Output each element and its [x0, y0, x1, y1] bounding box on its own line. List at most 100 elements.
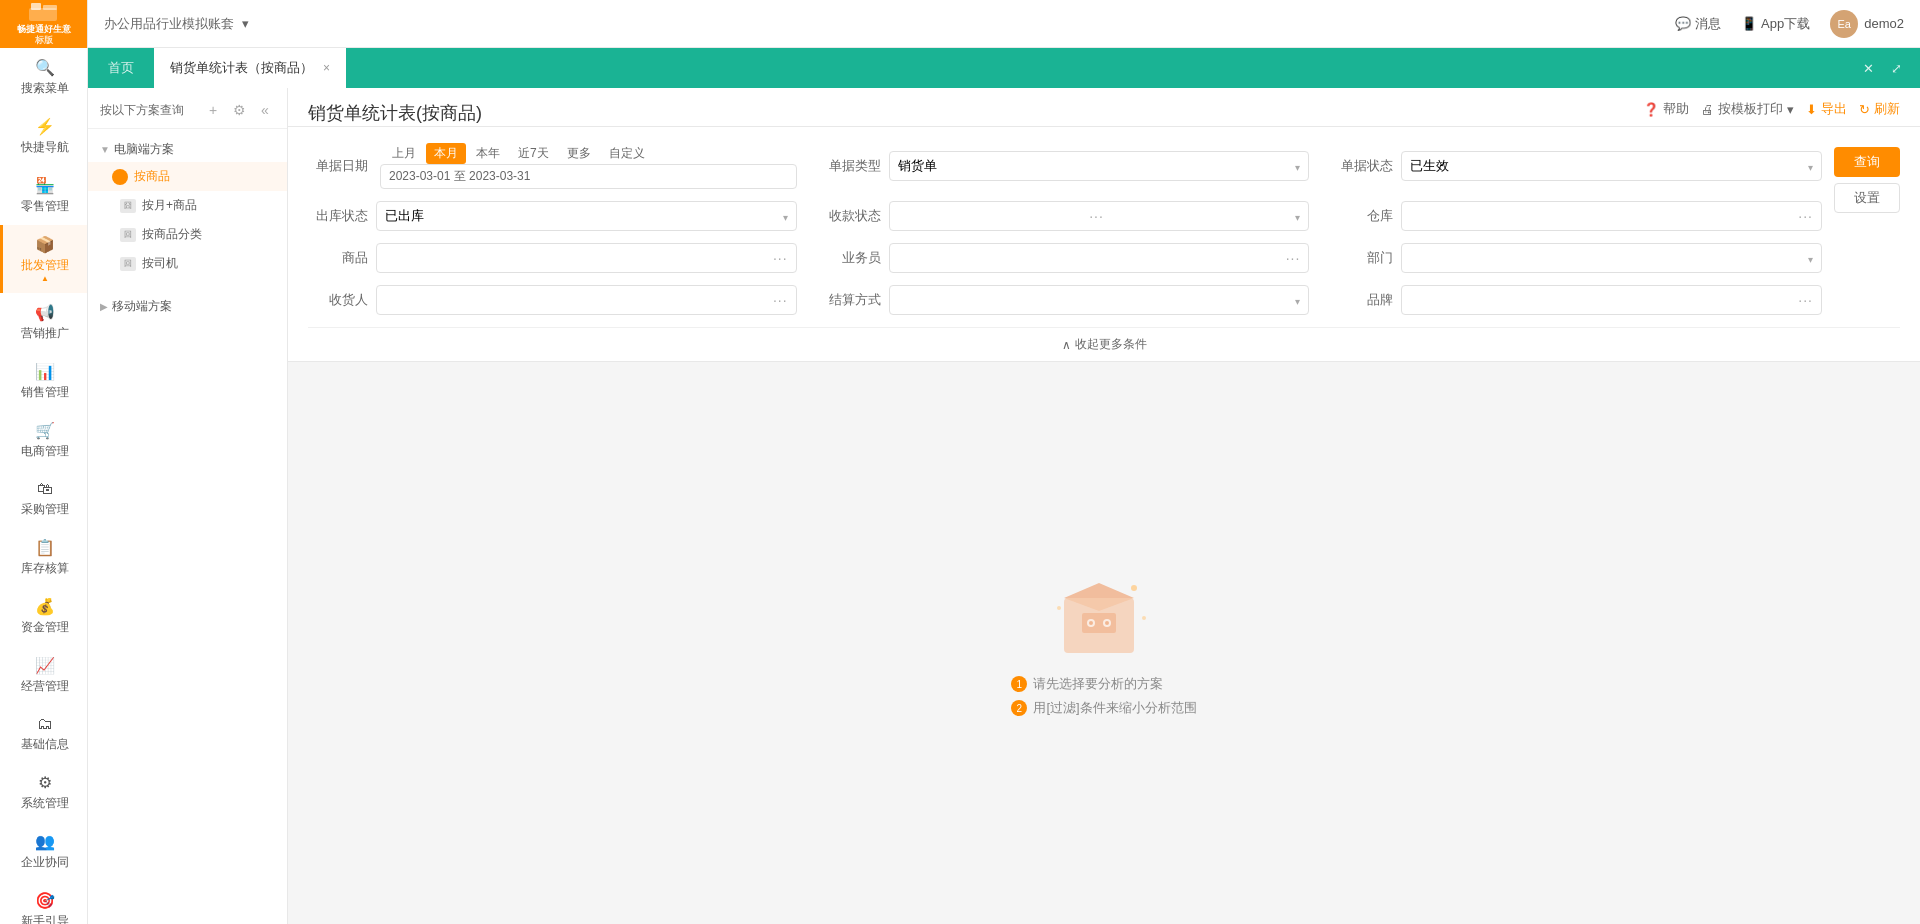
sidebar-item-guide[interactable]: 🎯 新手引导: [0, 881, 87, 924]
app-download-btn[interactable]: 📱 App下载: [1741, 15, 1810, 33]
doc-status-chevron: [1808, 159, 1813, 174]
receiver-label: 收货人: [308, 291, 368, 309]
sidebar-item-retail[interactable]: 🏪 零售管理: [0, 166, 87, 225]
doc-status-select[interactable]: 已生效: [1401, 151, 1822, 181]
receiver-field: 收货人: [308, 285, 797, 315]
filter-collapse-btn[interactable]: ∧ 收起更多条件: [308, 327, 1900, 361]
svg-point-7: [1131, 585, 1137, 591]
date-prev-btn[interactable]: 上月: [384, 143, 424, 164]
date-range-display[interactable]: 2023-03-01 至 2023-03-31: [380, 164, 797, 189]
refresh-icon: ↻: [1859, 102, 1870, 117]
scheme-item-by-month-goods[interactable]: 囧 按月+商品: [88, 191, 287, 220]
warehouse-select[interactable]: [1401, 201, 1822, 231]
empty-box-svg: [1044, 563, 1164, 663]
sidebar-item-search[interactable]: 🔍 搜索菜单: [0, 48, 87, 107]
scheme-item-label: 按月+商品: [142, 197, 197, 214]
sidebar-item-label: 采购管理: [21, 501, 69, 518]
desktop-scheme-header[interactable]: ▼ 电脑端方案: [88, 137, 287, 162]
svg-marker-4: [1064, 583, 1134, 598]
app-name: 畅捷通好生意 标版: [17, 24, 71, 46]
sidebar-item-inventory[interactable]: 📋 库存核算: [0, 528, 87, 587]
out-status-select[interactable]: 已出库: [376, 201, 797, 231]
top-header: 办公用品行业模拟账套 ▾ 💬 消息 📱 App下载 Ea demo2: [88, 0, 1920, 48]
sidebar-item-label: 资金管理: [21, 619, 69, 636]
date-control: 上月 本月 本年 近7天 更多 自定义 2023-03-01 至 2023-03…: [376, 143, 797, 189]
query-button[interactable]: 查询: [1834, 147, 1900, 177]
tab-close-icon[interactable]: ×: [323, 61, 330, 75]
home-tab-label: 首页: [108, 59, 134, 77]
sidebar-item-ecommerce[interactable]: 🛒 电商管理: [0, 411, 87, 470]
payment-status-select[interactable]: [889, 201, 1310, 231]
help-btn[interactable]: ❓ 帮助: [1643, 100, 1689, 118]
doc-type-control: 销货单: [889, 151, 1310, 181]
filter-panel: 按以下方案查询 + ⚙ « ▼ 电脑端方案 按商品 囧 按月+: [88, 88, 288, 924]
date-custom-btn[interactable]: 自定义: [601, 143, 653, 164]
sidebar-item-collab[interactable]: 👥 企业协同: [0, 822, 87, 881]
salesperson-select[interactable]: [889, 243, 1310, 273]
sidebar-item-basic-info[interactable]: 🗂 基础信息: [0, 705, 87, 763]
tab-active[interactable]: 销货单统计表（按商品） ×: [154, 48, 346, 88]
scheme-item-by-driver[interactable]: 回 按司机: [88, 249, 287, 278]
goods-select[interactable]: [376, 243, 797, 273]
settlement-chevron: [1295, 293, 1300, 308]
sidebar-item-marketing[interactable]: 📢 营销推广: [0, 293, 87, 352]
scheme-item-label: 按商品分类: [142, 226, 202, 243]
sidebar-item-system[interactable]: ⚙ 系统管理: [0, 763, 87, 822]
settlement-select[interactable]: [889, 285, 1310, 315]
date-week-btn[interactable]: 近7天: [510, 143, 557, 164]
out-status-label: 出库状态: [308, 207, 368, 225]
svg-point-9: [1142, 616, 1146, 620]
message-btn[interactable]: 💬 消息: [1675, 15, 1721, 33]
tab-home[interactable]: 首页: [88, 48, 154, 88]
payment-chevron: [1295, 209, 1300, 224]
filter-panel-header: 按以下方案查询 + ⚙ «: [88, 88, 287, 129]
setting-button[interactable]: 设置: [1834, 183, 1900, 213]
tab-close-window-btn[interactable]: ✕: [1856, 56, 1880, 80]
settlement-field: 结算方式: [821, 285, 1310, 315]
page-header-actions: ❓ 帮助 🖨 按模板打印 ▾ ⬇ 导出 ↻ 刷新: [1643, 100, 1900, 126]
scheme-item-by-goods[interactable]: 按商品: [88, 162, 287, 191]
sidebar-item-wholesale[interactable]: 📦 批发管理 ▲: [0, 225, 87, 293]
scheme-settings-btn[interactable]: ⚙: [229, 100, 249, 120]
sidebar-item-finance[interactable]: 💰 资金管理: [0, 587, 87, 646]
sidebar-item-quick-nav[interactable]: ⚡ 快捷导航: [0, 107, 87, 166]
export-icon: ⬇: [1806, 102, 1817, 117]
department-field: 部门: [1333, 243, 1822, 273]
refresh-btn[interactable]: ↻ 刷新: [1859, 100, 1900, 118]
receiver-dots: [773, 292, 788, 308]
export-btn[interactable]: ⬇ 导出: [1806, 100, 1847, 118]
date-year-btn[interactable]: 本年: [468, 143, 508, 164]
tab-maximize-btn[interactable]: ⤢: [1884, 56, 1908, 80]
add-scheme-btn[interactable]: +: [203, 100, 223, 120]
date-field: 单据日期 上月 本月 本年 近7天 更多 自定义: [308, 143, 797, 189]
sidebar-item-sales[interactable]: 📊 销售管理: [0, 352, 87, 411]
empty-hints: 1 请先选择要分析的方案 2 用[过滤]条件来缩小分析范围: [1011, 675, 1196, 723]
sidebar: 畅捷通好生意 标版 🔍 搜索菜单 ⚡ 快捷导航 🏪 零售管理 📦 批发管理 ▲ …: [0, 0, 88, 924]
date-cur-btn[interactable]: 本月: [426, 143, 466, 164]
doc-type-label: 单据类型: [821, 157, 881, 175]
user-profile-btn[interactable]: Ea demo2: [1830, 10, 1904, 38]
content-body: 按以下方案查询 + ⚙ « ▼ 电脑端方案 按商品 囧 按月+: [88, 88, 1920, 924]
collapse-panel-btn[interactable]: «: [255, 100, 275, 120]
svg-point-12: [1089, 621, 1093, 625]
sidebar-item-purchase[interactable]: 🛍 采购管理: [0, 470, 87, 528]
doc-type-chevron: [1295, 159, 1300, 174]
sidebar-item-label: 快捷导航: [21, 139, 69, 156]
finance-icon: 💰: [35, 597, 55, 616]
hint-text-2: 用[过滤]条件来缩小分析范围: [1033, 699, 1196, 717]
doc-type-select[interactable]: 销货单: [889, 151, 1310, 181]
salesperson-label: 业务员: [821, 249, 881, 267]
scheme-item-by-category[interactable]: 回 按商品分类: [88, 220, 287, 249]
date-more-btn[interactable]: 更多: [559, 143, 599, 164]
workspace-selector[interactable]: 办公用品行业模拟账套 ▾: [104, 15, 249, 33]
brand-select[interactable]: [1401, 285, 1822, 315]
salesperson-dots: [1286, 250, 1301, 266]
mobile-scheme-header[interactable]: ▶ 移动端方案: [88, 294, 287, 319]
page-title: 销货单统计表(按商品): [308, 101, 482, 125]
sidebar-item-operations[interactable]: 📈 经营管理: [0, 646, 87, 705]
department-select[interactable]: [1401, 243, 1822, 273]
print-btn[interactable]: 🖨 按模板打印 ▾: [1701, 100, 1794, 118]
inventory-icon: 📋: [35, 538, 55, 557]
department-label: 部门: [1333, 249, 1393, 267]
receiver-select[interactable]: [376, 285, 797, 315]
